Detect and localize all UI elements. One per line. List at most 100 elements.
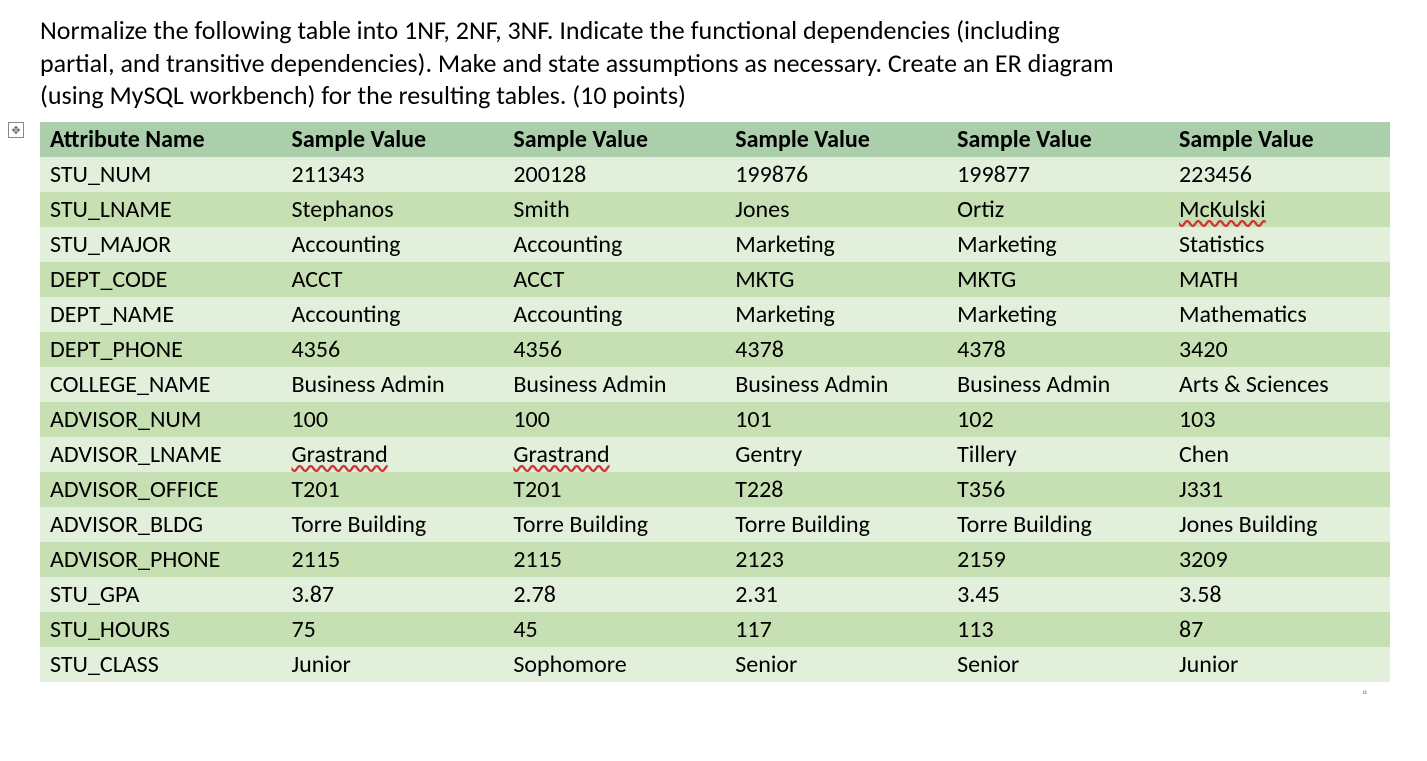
sample-value-cell: Business Admin: [725, 367, 947, 402]
sample-value-cell: 4356: [281, 332, 503, 367]
data-table-wrapper: Attribute Name Sample Value Sample Value…: [40, 122, 1387, 682]
sample-value-cell: 2115: [281, 542, 503, 577]
sample-value-cell: Junior: [1169, 647, 1390, 682]
table-row: STU_MAJORAccountingAccountingMarketingMa…: [40, 227, 1390, 262]
table-row: ADVISOR_OFFICET201T201T228T356J331: [40, 472, 1390, 507]
sample-value-cell: 2115: [503, 542, 725, 577]
sample-value-cell: MKTG: [725, 262, 947, 297]
sample-value-cell: 211343: [281, 157, 503, 192]
sample-value-cell: Jones Building: [1169, 507, 1390, 542]
sample-value-cell: Torre Building: [281, 507, 503, 542]
sample-value-cell: Stephanos: [281, 192, 503, 227]
attribute-name-cell: STU_GPA: [40, 577, 281, 612]
sample-value-cell: Accounting: [281, 297, 503, 332]
sample-value-cell: 102: [947, 402, 1169, 437]
table-row: ADVISOR_NUM100100101102103: [40, 402, 1390, 437]
sample-value-cell: 100: [281, 402, 503, 437]
header-sample-value-4: Sample Value: [947, 122, 1169, 157]
sample-value-cell: Senior: [947, 647, 1169, 682]
sample-value-cell: Business Admin: [503, 367, 725, 402]
attribute-name-cell: DEPT_NAME: [40, 297, 281, 332]
table-row: STU_GPA3.872.782.313.453.58: [40, 577, 1390, 612]
sample-value-cell: 3209: [1169, 542, 1390, 577]
sample-value-cell: 199876: [725, 157, 947, 192]
sample-value-cell: 2.31: [725, 577, 947, 612]
sample-value-cell: Mathematics: [1169, 297, 1390, 332]
sample-value-cell: Statistics: [1169, 227, 1390, 262]
sample-value-cell: T356: [947, 472, 1169, 507]
sample-value-cell: Business Admin: [281, 367, 503, 402]
question-line-2: partial, and transitive dependencies). M…: [40, 47, 1114, 79]
sample-value-cell: 101: [725, 402, 947, 437]
sample-value-cell: Tillery: [947, 437, 1169, 472]
sample-value-cell: 2159: [947, 542, 1169, 577]
table-row: STU_CLASSJuniorSophomoreSeniorSeniorJuni…: [40, 647, 1390, 682]
sample-value-cell: Sophomore: [503, 647, 725, 682]
sample-value-cell: 3.87: [281, 577, 503, 612]
sample-value-cell: McKulski: [1169, 192, 1390, 227]
table-row: ADVISOR_BLDGTorre BuildingTorre Building…: [40, 507, 1390, 542]
header-sample-value-3: Sample Value: [725, 122, 947, 157]
sample-value-cell: Grastrand: [281, 437, 503, 472]
sample-value-cell: ACCT: [281, 262, 503, 297]
sample-value-cell: Chen: [1169, 437, 1390, 472]
sample-value-cell: 3.58: [1169, 577, 1390, 612]
sample-value-cell: T228: [725, 472, 947, 507]
table-row: DEPT_NAMEAccountingAccountingMarketingMa…: [40, 297, 1390, 332]
attribute-name-cell: ADVISOR_LNAME: [40, 437, 281, 472]
sample-value-cell: 117: [725, 612, 947, 647]
attribute-name-cell: STU_MAJOR: [40, 227, 281, 262]
attribute-name-cell: STU_NUM: [40, 157, 281, 192]
question-text: Normalize the following table into 1NF, …: [40, 14, 1387, 112]
sample-value-cell: MKTG: [947, 262, 1169, 297]
sample-value-cell: 200128: [503, 157, 725, 192]
sample-value-cell: Grastrand: [503, 437, 725, 472]
sample-value-cell: Accounting: [503, 227, 725, 262]
table-row: STU_HOURS754511711387: [40, 612, 1390, 647]
table-row: STU_LNAMEStephanosSmithJonesOrtizMcKulsk…: [40, 192, 1390, 227]
spellcheck-underline: Grastrand: [291, 440, 387, 469]
sample-value-cell: Jones: [725, 192, 947, 227]
table-row: STU_NUM211343200128199876199877223456: [40, 157, 1390, 192]
sample-value-cell: J331: [1169, 472, 1390, 507]
sample-value-cell: Smith: [503, 192, 725, 227]
question-line-1: Normalize the following table into 1NF, …: [40, 14, 1060, 46]
spellcheck-underline: Grastrand: [513, 440, 609, 469]
sample-value-cell: Marketing: [725, 297, 947, 332]
sample-value-cell: 223456: [1169, 157, 1390, 192]
attribute-name-cell: STU_HOURS: [40, 612, 281, 647]
attribute-name-cell: ADVISOR_PHONE: [40, 542, 281, 577]
sample-value-cell: 87: [1169, 612, 1390, 647]
sample-value-cell: ACCT: [503, 262, 725, 297]
header-sample-value-2: Sample Value: [503, 122, 725, 157]
sample-value-cell: 4356: [503, 332, 725, 367]
sample-value-cell: 100: [503, 402, 725, 437]
header-attribute-name: Attribute Name: [40, 122, 281, 157]
sample-value-cell: Marketing: [947, 297, 1169, 332]
table-move-handle-icon[interactable]: ✥: [8, 122, 24, 138]
sample-value-cell: 2123: [725, 542, 947, 577]
sample-value-cell: Accounting: [503, 297, 725, 332]
attribute-name-cell: DEPT_PHONE: [40, 332, 281, 367]
table-row: ADVISOR_LNAME Grastrand Grastrand GentryTil…: [40, 437, 1390, 472]
sample-value-cell: Senior: [725, 647, 947, 682]
question-line-3: (using MySQL workbench) for the resultin…: [40, 79, 686, 111]
sample-value-cell: Marketing: [725, 227, 947, 262]
table-row: DEPT_PHONE43564356437843783420: [40, 332, 1390, 367]
sample-value-cell: Accounting: [281, 227, 503, 262]
table-row: DEPT_CODEACCTACCTMKTGMKTGMATH: [40, 262, 1390, 297]
sample-value-cell: 3.45: [947, 577, 1169, 612]
sample-data-table: Attribute Name Sample Value Sample Value…: [40, 122, 1390, 682]
sample-value-cell: 75: [281, 612, 503, 647]
sample-value-cell: 113: [947, 612, 1169, 647]
sample-value-cell: 45: [503, 612, 725, 647]
sample-value-cell: 2.78: [503, 577, 725, 612]
end-of-cell-marker-icon: ▫: [30, 682, 1397, 700]
sample-value-cell: 103: [1169, 402, 1390, 437]
attribute-name-cell: STU_LNAME: [40, 192, 281, 227]
sample-value-cell: 199877: [947, 157, 1169, 192]
sample-value-cell: Torre Building: [503, 507, 725, 542]
document-page: Normalize the following table into 1NF, …: [0, 0, 1427, 710]
sample-value-cell: 4378: [725, 332, 947, 367]
sample-value-cell: Gentry: [725, 437, 947, 472]
